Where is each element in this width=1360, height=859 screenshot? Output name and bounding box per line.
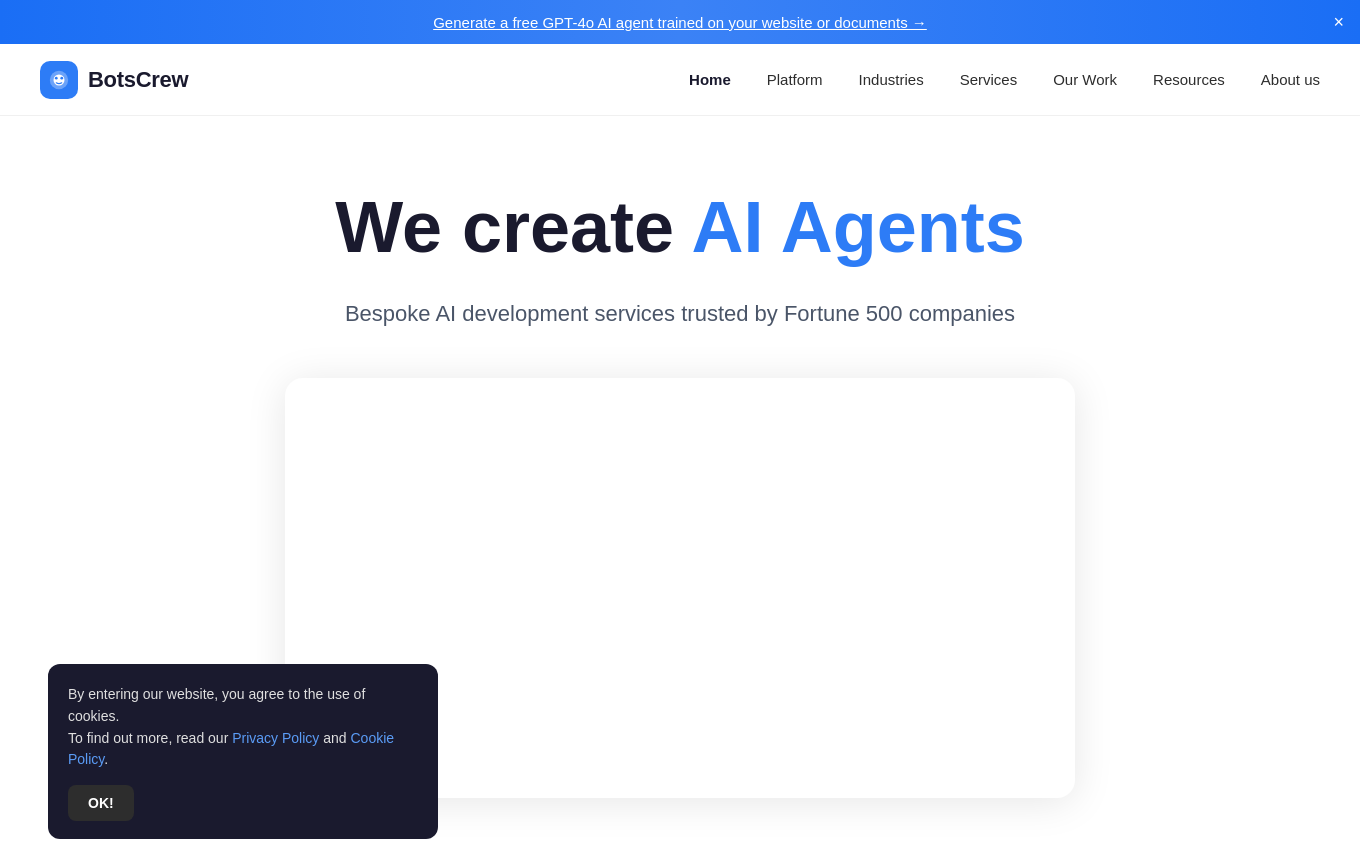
nav-item-resources[interactable]: Resources — [1153, 67, 1225, 92]
cookie-banner: By entering our website, you agree to th… — [48, 664, 438, 839]
nav-item-platform[interactable]: Platform — [767, 67, 823, 92]
cookie-text: By entering our website, you agree to th… — [68, 684, 418, 771]
svg-point-2 — [55, 76, 58, 79]
logo-text: BotsCrew — [88, 67, 188, 93]
hero-title-part1: We create — [335, 187, 691, 267]
top-banner: Generate a free GPT-4o AI agent trained … — [0, 0, 1360, 44]
nav-item-our-work[interactable]: Our Work — [1053, 67, 1117, 92]
cookie-ok-button[interactable]: OK! — [68, 785, 134, 821]
logo-svg — [48, 69, 70, 91]
cookie-and: and — [319, 730, 350, 746]
nav-item-services[interactable]: Services — [960, 67, 1018, 92]
logo[interactable]: BotsCrew — [40, 61, 188, 99]
hero-subtitle: Bespoke AI development services trusted … — [340, 297, 1020, 330]
main-nav: Home Platform Industries Services Our Wo… — [689, 67, 1320, 92]
banner-link[interactable]: Generate a free GPT-4o AI agent trained … — [433, 14, 927, 31]
cookie-text-part1: By entering our website, you agree to th… — [68, 686, 365, 724]
privacy-policy-link[interactable]: Privacy Policy — [232, 730, 319, 746]
hero-title-blue: AI Agents — [691, 187, 1024, 267]
cookie-dot: . — [104, 751, 108, 767]
banner-close-button[interactable]: × — [1333, 13, 1344, 31]
logo-icon — [40, 61, 78, 99]
hero-title: We create AI Agents — [40, 186, 1320, 269]
nav-item-industries[interactable]: Industries — [859, 67, 924, 92]
nav-item-about-us[interactable]: About us — [1261, 67, 1320, 92]
nav-item-home[interactable]: Home — [689, 67, 731, 92]
svg-point-3 — [60, 76, 63, 79]
cookie-text-part2: To find out more, read our — [68, 730, 232, 746]
header: BotsCrew Home Platform Industries Servic… — [0, 44, 1360, 116]
